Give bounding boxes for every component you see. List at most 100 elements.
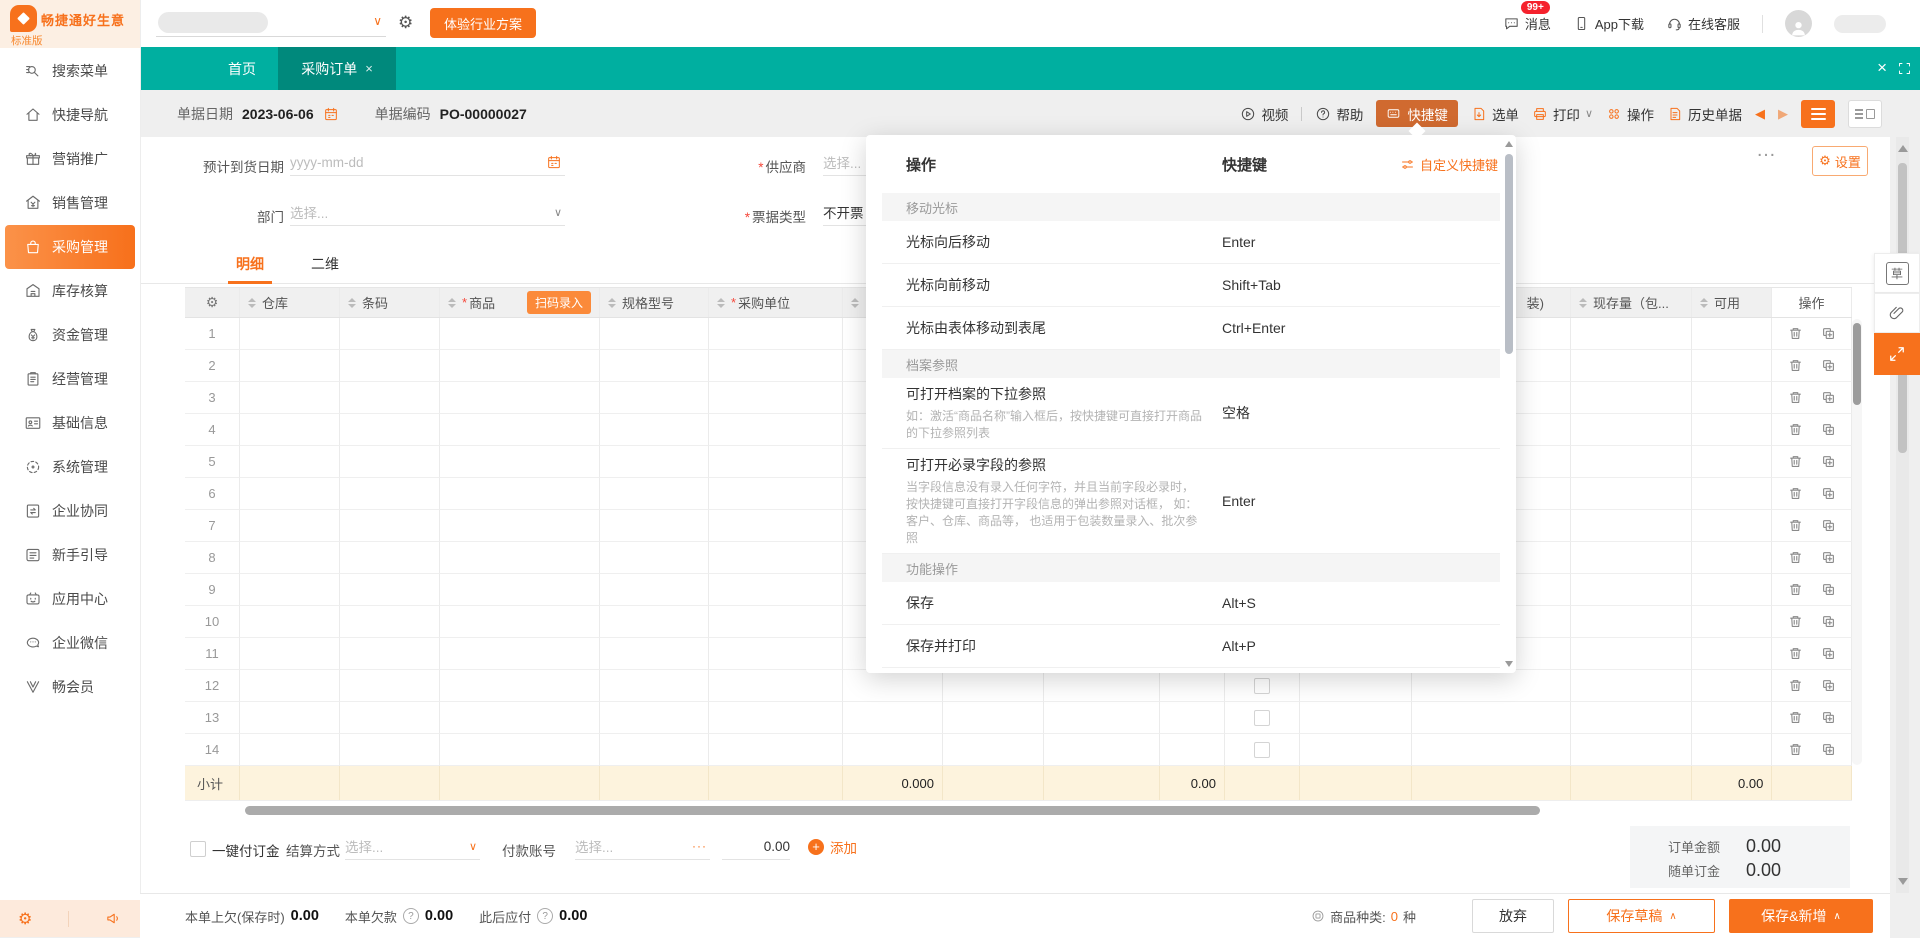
cell[interactable] [240, 446, 340, 478]
cell[interactable] [1225, 702, 1300, 734]
cell[interactable] [709, 382, 843, 414]
cell[interactable] [340, 638, 440, 670]
cell[interactable] [340, 382, 440, 414]
table-vertical-scrollbar[interactable] [1852, 319, 1862, 765]
cell[interactable] [1692, 446, 1772, 478]
row-checkbox[interactable] [1254, 741, 1270, 758]
copy-add-row-icon[interactable] [1821, 358, 1836, 373]
cell[interactable] [240, 606, 340, 638]
cell[interactable]: 9 [185, 574, 240, 606]
delete-row-icon[interactable] [1788, 614, 1803, 629]
cell[interactable] [340, 702, 440, 734]
cell[interactable] [1772, 670, 1852, 702]
sort-icon[interactable] [1700, 297, 1708, 308]
cell[interactable] [440, 638, 600, 670]
sidebar-item-1[interactable]: 搜索菜单 [0, 49, 140, 93]
cell[interactable] [709, 510, 843, 542]
table-horizontal-scrollbar[interactable] [185, 804, 1852, 816]
cell[interactable] [1692, 702, 1772, 734]
scroll-down-arrow[interactable] [1898, 878, 1908, 885]
cell[interactable] [709, 542, 843, 574]
cell[interactable] [709, 478, 843, 510]
sidebar-item-9[interactable]: 基础信息 [0, 401, 140, 445]
global-search-input[interactable]: ∨ [156, 10, 386, 37]
pay-account-select[interactable]: 选择... ··· [575, 833, 710, 860]
cell[interactable] [709, 606, 843, 638]
cell[interactable] [240, 638, 340, 670]
cell[interactable] [1571, 542, 1692, 574]
sidebar-item-7[interactable]: 资金管理 [0, 313, 140, 357]
shortcut-keys-button[interactable]: 快捷键 [1376, 100, 1458, 140]
col-header-5[interactable]: 规格型号 [600, 288, 709, 317]
cell[interactable] [1571, 350, 1692, 382]
cell[interactable] [1772, 574, 1852, 606]
cell[interactable] [1300, 734, 1412, 766]
messages-button[interactable]: 99+ 消息 [1503, 1, 1551, 33]
cell[interactable] [600, 606, 709, 638]
cell[interactable] [1772, 478, 1852, 510]
delete-row-icon[interactable] [1788, 678, 1803, 693]
cell[interactable] [440, 734, 600, 766]
copy-add-row-icon[interactable] [1821, 454, 1836, 469]
ellipsis-icon[interactable]: ··· [692, 839, 707, 853]
delete-row-icon[interactable] [1788, 518, 1803, 533]
save-and-new-button[interactable]: 保存&新增 ∧ [1729, 899, 1873, 933]
operations-button[interactable]: 操作 [1606, 104, 1654, 124]
scroll-down-arrow[interactable] [1505, 661, 1513, 667]
list-view-toggle[interactable] [1801, 99, 1835, 128]
print-button[interactable]: 打印 ∨ [1532, 104, 1593, 124]
cell[interactable]: 12 [185, 670, 240, 702]
cell[interactable] [1044, 702, 1160, 734]
gear-icon[interactable]: ⚙ [398, 13, 413, 33]
cell[interactable] [1772, 542, 1852, 574]
scroll-up-arrow[interactable] [1898, 145, 1908, 152]
cell[interactable] [240, 382, 340, 414]
sidebar-item-10[interactable]: 系统管理 [0, 445, 140, 489]
draft-list-button[interactable]: 草 [1874, 253, 1920, 293]
cell[interactable] [1571, 638, 1692, 670]
sidebar-item-11[interactable]: 企业协同 [0, 489, 140, 533]
cell[interactable] [1692, 734, 1772, 766]
sidebar-item-15[interactable]: 畅会员 [0, 665, 140, 709]
tab-detail[interactable]: 明细 [228, 254, 272, 284]
cell[interactable] [1692, 414, 1772, 446]
cell[interactable] [440, 702, 600, 734]
cell[interactable] [1571, 734, 1692, 766]
sidebar-item-13[interactable]: 应用中心 [0, 577, 140, 621]
popup-scrollbar[interactable] [1505, 139, 1514, 669]
cell[interactable] [600, 318, 709, 350]
tab-home[interactable]: 首页 [206, 47, 278, 90]
sort-icon[interactable] [248, 297, 256, 308]
cell[interactable]: 13 [185, 702, 240, 734]
save-draft-button[interactable]: 保存草稿 ∧ [1568, 899, 1715, 933]
history-button[interactable]: 历史单据 [1667, 104, 1742, 124]
attachment-button[interactable] [1874, 293, 1920, 333]
cell[interactable] [440, 510, 600, 542]
sort-icon[interactable] [348, 297, 356, 308]
sidebar-item-8[interactable]: 经营管理 [0, 357, 140, 401]
fullscreen-icon[interactable] [1897, 61, 1912, 76]
copy-add-row-icon[interactable] [1821, 326, 1836, 341]
cell[interactable] [440, 318, 600, 350]
cell[interactable]: 6 [185, 478, 240, 510]
cell[interactable] [600, 542, 709, 574]
cell[interactable] [440, 382, 600, 414]
cell[interactable] [340, 478, 440, 510]
cell[interactable]: 4 [185, 414, 240, 446]
close-tab-icon[interactable]: × [365, 61, 373, 76]
form-view-toggle[interactable] [1848, 99, 1882, 128]
cell[interactable] [1571, 574, 1692, 606]
sort-icon[interactable] [608, 297, 616, 308]
cell[interactable] [440, 606, 600, 638]
cell[interactable] [1772, 350, 1852, 382]
settings-icon[interactable]: ⚙ [18, 909, 32, 929]
cell[interactable] [440, 670, 600, 702]
cell[interactable] [340, 734, 440, 766]
table-row-13[interactable]: 13 [185, 702, 1852, 734]
cell[interactable] [1571, 382, 1692, 414]
cell[interactable] [843, 734, 943, 766]
delete-row-icon[interactable] [1788, 486, 1803, 501]
chevron-down-icon[interactable]: ∨ [373, 14, 382, 28]
cell[interactable] [1300, 670, 1412, 702]
cell[interactable] [709, 702, 843, 734]
